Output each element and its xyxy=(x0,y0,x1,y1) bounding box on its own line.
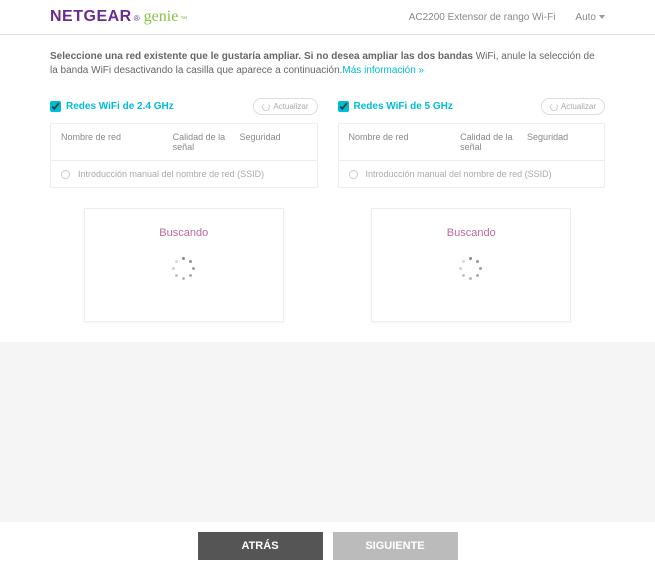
th-quality: Calidad de la señal xyxy=(173,132,240,152)
th-security: Seguridad xyxy=(527,132,594,152)
logo-genie: genie xyxy=(144,8,179,26)
th-name: Nombre de red xyxy=(349,132,461,152)
radio-icon xyxy=(349,170,358,179)
footer: ATRÁS SIGUIENTE xyxy=(0,522,655,570)
logo-netgear: NETGEAR xyxy=(50,8,132,26)
table-header: Nombre de red Calidad de la señal Seguri… xyxy=(338,123,606,161)
refresh-5-button[interactable]: Actualizar xyxy=(541,98,605,115)
band-24-checkbox[interactable]: Redes WiFi de 2.4 GHz xyxy=(50,101,174,112)
searching-box-24: Buscando xyxy=(84,208,284,322)
logo: NETGEAR® genie™ xyxy=(50,8,187,26)
back-button[interactable]: ATRÁS xyxy=(198,532,323,560)
radio-icon xyxy=(61,170,70,179)
instructions: Seleccione una red existente que le gust… xyxy=(50,50,605,78)
manual-ssid-24[interactable]: Introducción manual del nombre de red (S… xyxy=(50,161,318,188)
product-name: AC2200 Extensor de rango Wi-Fi xyxy=(409,12,556,23)
band-5-checkbox[interactable]: Redes WiFi de 5 GHz xyxy=(338,101,453,112)
refresh-24-button[interactable]: Actualizar xyxy=(253,98,317,115)
header: NETGEAR® genie™ AC2200 Extensor de rango… xyxy=(0,0,655,35)
refresh-icon xyxy=(550,103,558,111)
table-header: Nombre de red Calidad de la señal Seguri… xyxy=(50,123,318,161)
th-security: Seguridad xyxy=(240,132,307,152)
caret-down-icon xyxy=(599,15,605,19)
band-5ghz: Redes WiFi de 5 GHz Actualizar Nombre de… xyxy=(338,98,606,322)
next-button[interactable]: SIGUIENTE xyxy=(333,532,458,560)
more-info-link[interactable]: Más información » xyxy=(342,65,424,76)
content: Seleccione una red existente que le gust… xyxy=(0,35,655,322)
searching-box-5: Buscando xyxy=(371,208,571,322)
gray-area xyxy=(0,342,655,522)
th-name: Nombre de red xyxy=(61,132,173,152)
spinner-icon xyxy=(459,257,483,281)
auto-dropdown[interactable]: Auto xyxy=(575,12,605,23)
th-quality: Calidad de la señal xyxy=(460,132,527,152)
refresh-icon xyxy=(262,103,270,111)
manual-ssid-5[interactable]: Introducción manual del nombre de red (S… xyxy=(338,161,606,188)
band-24ghz: Redes WiFi de 2.4 GHz Actualizar Nombre … xyxy=(50,98,318,322)
spinner-icon xyxy=(172,257,196,281)
